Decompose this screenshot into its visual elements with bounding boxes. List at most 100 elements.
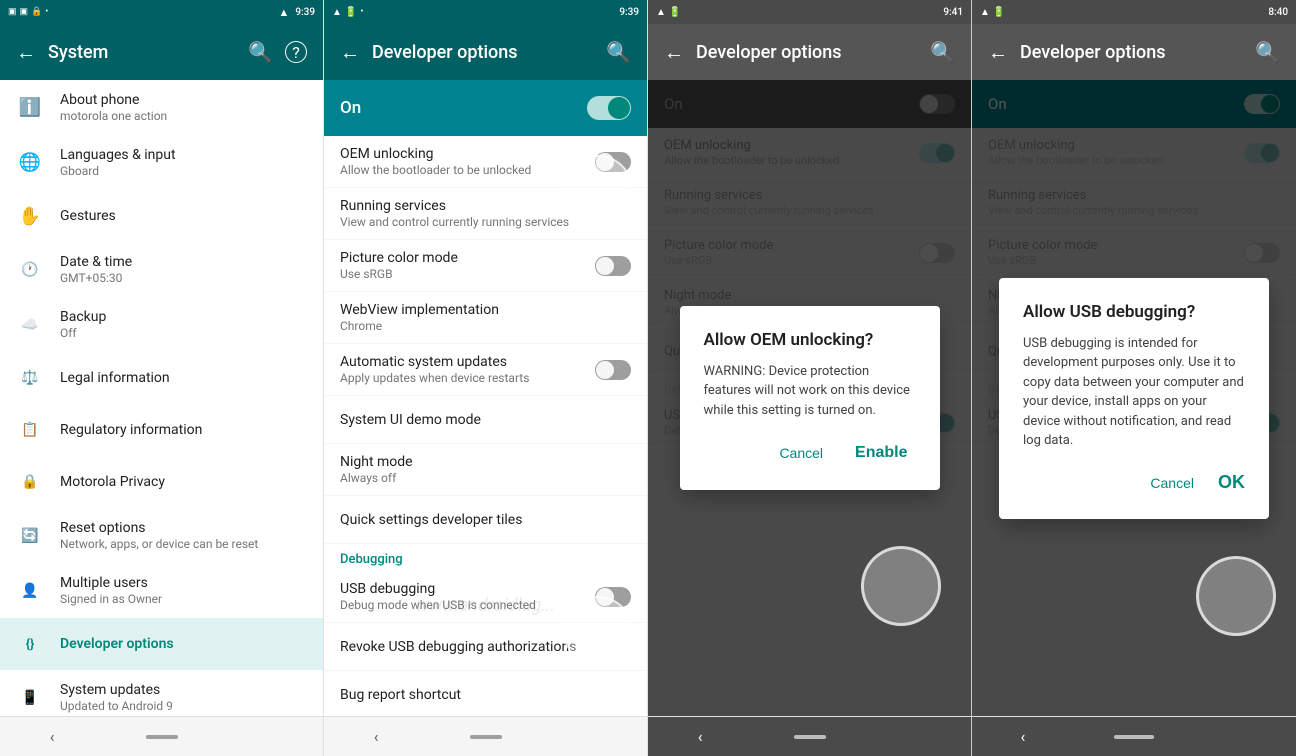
dev-item-autoupdates[interactable]: Automatic system updates Apply updates w…	[324, 344, 647, 396]
developer-toggle[interactable]	[587, 96, 631, 120]
usb-dialog-body: USB debugging is intended for developmen…	[1023, 334, 1245, 451]
sidebar-item-reset[interactable]: 🔄 Reset options Network, apps, or device…	[0, 508, 323, 563]
sidebar-item-about[interactable]: ℹ️ About phone motorola one action	[0, 80, 323, 135]
colormode-title: Picture color mode	[340, 250, 595, 266]
dot-icon: •	[45, 7, 48, 17]
nav-back-3[interactable]: ‹	[690, 719, 711, 754]
appbar-1: ← System 🔍 ?	[0, 24, 323, 80]
nav-bottom-4: ‹	[972, 716, 1296, 756]
search-icon-2[interactable]: 🔍	[606, 40, 631, 64]
sidebar-item-users[interactable]: 👤 Multiple users Signed in as Owner	[0, 563, 323, 618]
search-icon-1[interactable]: 🔍	[248, 40, 273, 64]
sidebar-item-legal[interactable]: ⚖️ Legal information	[0, 352, 323, 404]
usb-dialog: Allow USB debugging? USB debugging is in…	[999, 278, 1269, 519]
dev-item-colormode[interactable]: Picture color mode Use sRGB	[324, 240, 647, 292]
autoupdates-title: Automatic system updates	[340, 354, 595, 370]
colormode-toggle[interactable]	[595, 256, 631, 276]
oem-enable-button[interactable]: Enable	[847, 440, 915, 466]
oem-cancel-button[interactable]: Cancel	[771, 440, 831, 466]
usbdebug-toggle[interactable]	[595, 587, 631, 607]
bugreport-title: Bug report shortcut	[340, 687, 631, 703]
sysdemo-title: System UI demo mode	[340, 412, 631, 428]
dev-item-sysdemo[interactable]: System UI demo mode	[324, 396, 647, 444]
nav-back-4[interactable]: ‹	[1013, 719, 1034, 754]
oem-toggle[interactable]	[595, 152, 631, 172]
gestures-icon: ✋	[16, 202, 44, 230]
privacy-icon: 🔒	[31, 7, 42, 17]
dialog-overlay-usb: Allow USB debugging? USB debugging is in…	[972, 80, 1296, 716]
sidebar-item-privacy[interactable]: 🔒 Motorola Privacy	[0, 456, 323, 508]
wifi-icon-3: ▲	[656, 7, 666, 18]
back-icon-1[interactable]: ←	[16, 40, 36, 65]
usb-ok-button[interactable]: OK	[1218, 471, 1245, 495]
developer-list-mid: OEM unlocking Allow the bootloader to be…	[324, 136, 647, 716]
languages-title: Languages & input	[60, 147, 307, 163]
sidebar-item-developer[interactable]: {} Developer options	[0, 618, 323, 670]
nav-bottom-1: ‹	[0, 716, 323, 756]
search-icon-3[interactable]: 🔍	[930, 40, 955, 64]
dot-icon-2: •	[360, 7, 363, 17]
sidebar-item-regulatory[interactable]: 📋 Regulatory information	[0, 404, 323, 456]
dev-item-bugreport[interactable]: Bug report shortcut	[324, 671, 647, 716]
nav-pill-4	[1114, 735, 1154, 739]
gestures-title: Gestures	[60, 208, 307, 224]
developer-title: Developer options	[60, 636, 307, 652]
panel-developer-main: ▲ 🔋 • 9:39 ← Developer options 🔍 On OEM …	[324, 0, 648, 756]
dev-item-nightmode[interactable]: Night mode Always off	[324, 444, 647, 496]
appbar-title-2: Developer options	[372, 42, 594, 63]
about-title: About phone	[60, 92, 307, 108]
dev-item-oem[interactable]: OEM unlocking Allow the bootloader to be…	[324, 136, 647, 188]
nav-back-1[interactable]: ‹	[42, 719, 63, 754]
autoupdates-toggle[interactable]	[595, 360, 631, 380]
revoke-title: Revoke USB debugging authorizations	[340, 639, 631, 655]
help-icon-1[interactable]: ?	[285, 41, 307, 63]
panel-developer-oem-dialog: ▲ 🔋 9:41 ← Developer options 🔍 On OEM un…	[648, 0, 972, 756]
privacy-lock-icon: 🔒	[16, 468, 44, 496]
nav-pill-1	[146, 735, 178, 739]
oem-dialog-title: Allow OEM unlocking?	[704, 330, 916, 350]
dev-item-webview[interactable]: WebView implementation Chrome	[324, 292, 647, 344]
status-bar-4: ▲ 🔋 8:40	[972, 0, 1296, 24]
appbar-title-3: Developer options	[696, 42, 918, 63]
users-title: Multiple users	[60, 575, 307, 591]
sidebar-item-sysupdates[interactable]: 📱 System updates Updated to Android 9	[0, 670, 323, 716]
back-icon-4[interactable]: ←	[988, 40, 1008, 65]
battery-icon-3: 🔋	[669, 7, 681, 18]
developer-icon: {}	[16, 630, 44, 658]
sysupdates-subtitle: Updated to Android 9	[60, 699, 307, 713]
colormode-toggle-thumb	[596, 257, 614, 275]
colormode-subtitle: Use sRGB	[340, 267, 595, 281]
reset-subtitle: Network, apps, or device can be reset	[60, 537, 307, 551]
dev-item-running[interactable]: Running services View and control curren…	[324, 188, 647, 240]
sidebar-item-languages[interactable]: 🌐 Languages & input Gboard	[0, 135, 323, 190]
datetime-subtitle: GMT+05:30	[60, 271, 307, 285]
nightmode-subtitle: Always off	[340, 471, 631, 485]
usb-cancel-button[interactable]: Cancel	[1142, 471, 1202, 495]
back-icon-3[interactable]: ←	[664, 40, 684, 65]
status-time-3: 9:41	[943, 7, 963, 18]
sysupdates-icon: 📱	[16, 684, 44, 712]
datetime-title: Date & time	[60, 254, 307, 270]
nav-bottom-3: ‹	[648, 716, 971, 756]
developer-on-row[interactable]: On	[324, 80, 647, 136]
back-icon-2[interactable]: ←	[340, 40, 360, 65]
usb-dialog-actions: Cancel OK	[1023, 471, 1245, 495]
sidebar-item-backup[interactable]: ☁️ Backup Off	[0, 297, 323, 352]
dev-item-usbdebug[interactable]: USB debugging Debug mode when USB is con…	[324, 571, 647, 623]
wifi-icon-4: ▲	[980, 7, 990, 18]
section-debugging: Debugging	[324, 544, 647, 571]
status-icons-2: ▲ 🔋 •	[332, 7, 363, 18]
sidebar-item-gestures[interactable]: ✋ Gestures	[0, 190, 323, 242]
debugging-section-label: Debugging	[340, 552, 631, 567]
settings-list-left: ℹ️ About phone motorola one action 🌐 Lan…	[0, 80, 323, 716]
dev-item-revoke[interactable]: Revoke USB debugging authorizations	[324, 623, 647, 671]
quicktiles-title: Quick settings developer tiles	[340, 512, 631, 528]
developer-on-label: On	[340, 98, 361, 118]
search-icon-4[interactable]: 🔍	[1255, 40, 1280, 64]
regulatory-icon: 📋	[16, 416, 44, 444]
nav-back-2[interactable]: ‹	[366, 719, 387, 754]
oem-dialog: Allow OEM unlocking? WARNING: Device pro…	[680, 306, 940, 491]
dev-item-quicktiles[interactable]: Quick settings developer tiles	[324, 496, 647, 544]
languages-icon: 🌐	[16, 149, 44, 177]
sidebar-item-datetime[interactable]: 🕐 Date & time GMT+05:30	[0, 242, 323, 297]
